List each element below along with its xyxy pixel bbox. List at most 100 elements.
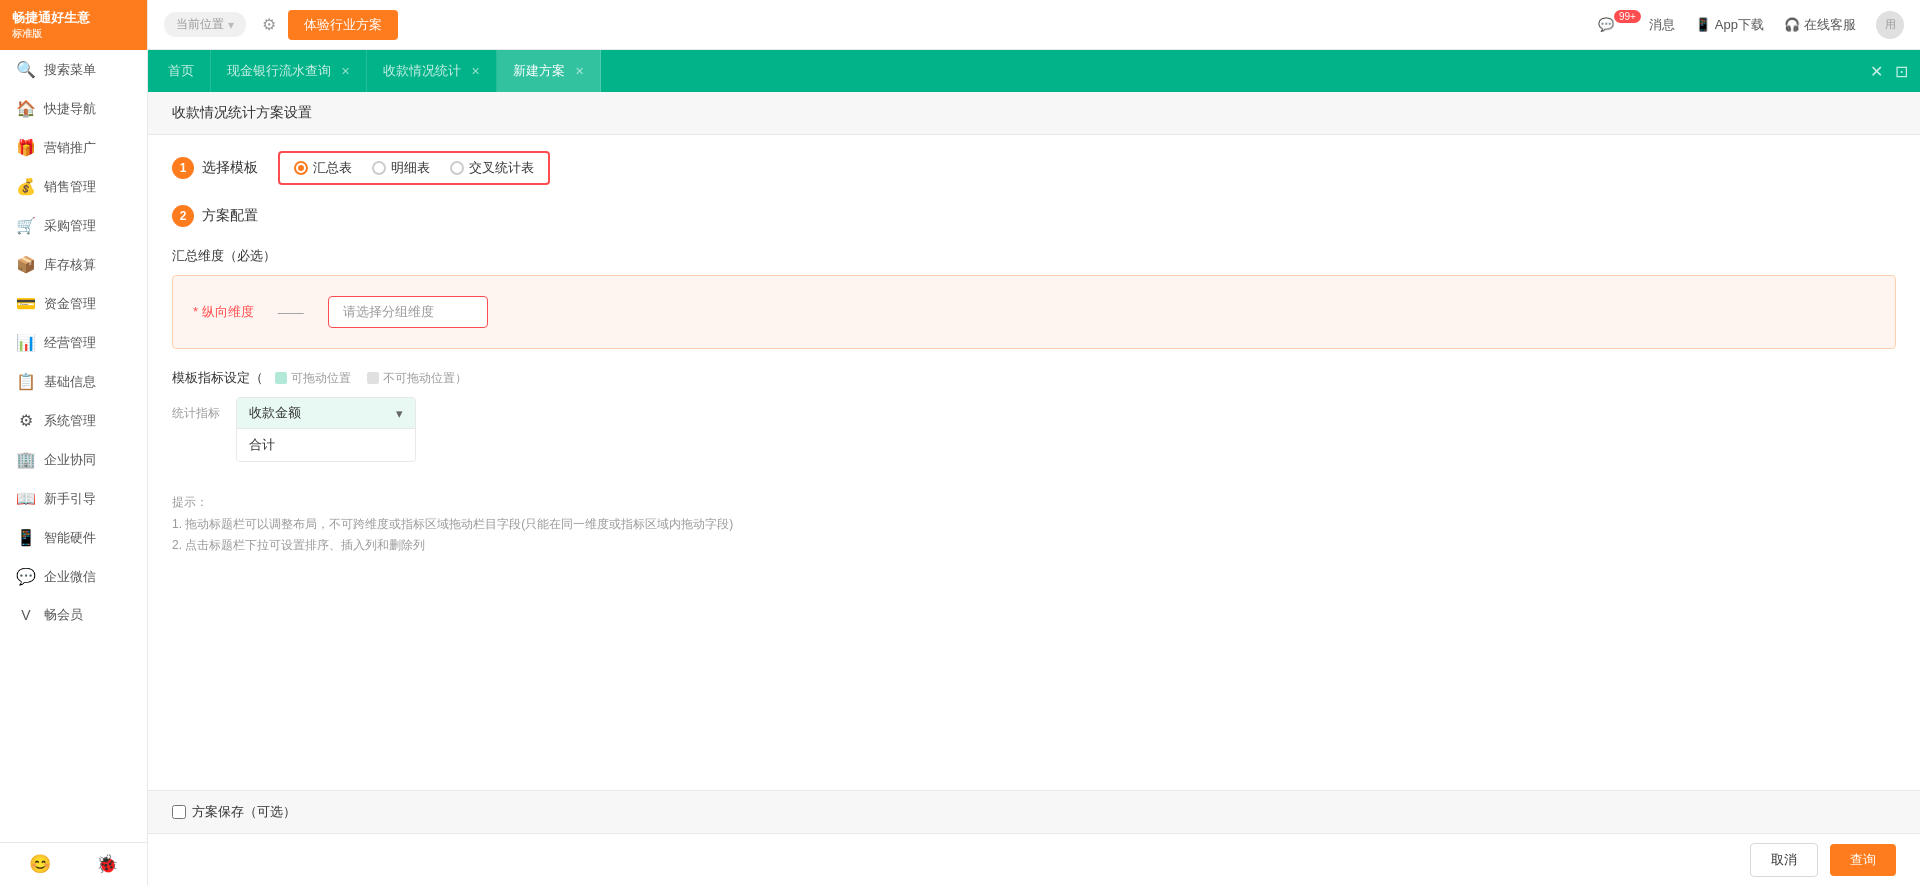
vertical-dimension-label: * 纵向维度 [193,303,254,321]
page-footer: 方案保存（可选） [148,790,1920,833]
tips-title: 提示： [172,495,208,509]
section1-label: 选择模板 [202,159,258,177]
purchase-icon: 🛒 [16,216,36,235]
tab-home-label: 首页 [168,62,194,80]
fixed-dot [367,372,379,384]
sidebar-item-label: 智能硬件 [44,529,96,547]
operations-icon: 📊 [16,333,36,352]
app-download-item[interactable]: 📱 App下载 [1695,16,1764,34]
sidebar-item-label: 畅会员 [44,606,83,624]
template-radio-group: 汇总表 明细表 交叉统计表 [278,151,550,185]
enterprise-collab-icon: 🏢 [16,450,36,469]
radio-detail[interactable]: 明细表 [372,159,430,177]
sidebar-item-funds[interactable]: 💳 资金管理 [0,284,147,323]
dimension-placeholder: 请选择分组维度 [343,304,434,319]
sidebar: 畅捷通好生意 标准版 🔍 搜索菜单 🏠 快捷导航 🎁 营销推广 💰 销售管理 🛒… [0,0,148,885]
legend-fixed-label: 不可拖动位置） [383,370,467,387]
metrics-title-row: 模板指标设定（ 可拖动位置 不可拖动位置） [172,369,1896,387]
header-right: 💬 99+ 消息 📱 App下载 🎧 在线客服 用 [1598,11,1904,39]
online-support-item[interactable]: 🎧 在线客服 [1784,16,1856,34]
tab-close-icon[interactable]: ✕ [1870,62,1883,81]
radio-summary-label: 汇总表 [313,159,352,177]
arrow-icon: —— [278,305,304,320]
sidebar-bottom: 😊 🐞 [0,842,147,885]
legend-draggable: 可拖动位置 [275,370,351,387]
sidebar-logo: 畅捷通好生意 标准版 [0,0,147,50]
stats-category-label: 统计指标 [172,397,220,462]
radio-summary[interactable]: 汇总表 [294,159,352,177]
metrics-legend: 可拖动位置 不可拖动位置） [275,370,467,387]
cancel-button[interactable]: 取消 [1750,843,1818,877]
tab-new-plan[interactable]: 新建方案 ✕ [497,50,601,92]
sidebar-item-sales[interactable]: 💰 销售管理 [0,167,147,206]
metrics-section: 模板指标设定（ 可拖动位置 不可拖动位置） 统计指标 [172,369,1896,462]
section1-row: 1 选择模板 汇总表 明细表 交叉统计表 [172,151,1896,185]
dimension-config-section: 汇总维度（必选） * 纵向维度 —— 请选择分组维度 [172,247,1896,349]
hardware-icon: 📱 [16,528,36,547]
metrics-title-text: 模板指标设定（ [172,369,263,387]
logo-name: 畅捷通好生意 [12,9,90,27]
sidebar-item-system[interactable]: ⚙ 系统管理 [0,401,147,440]
tab-bank-flow-label: 现金银行流水查询 [227,62,331,80]
sidebar-item-marketing[interactable]: 🎁 营销推广 [0,128,147,167]
sidebar-item-label: 销售管理 [44,178,96,196]
query-button[interactable]: 查询 [1830,844,1896,876]
tab-home[interactable]: 首页 [148,50,211,92]
sidebar-item-basic-info[interactable]: 📋 基础信息 [0,362,147,401]
sidebar-item-quick-nav[interactable]: 🏠 快捷导航 [0,89,147,128]
settings-icon[interactable]: ⚙ [262,15,276,34]
top-header: 当前位置 ▾ ⚙ 体验行业方案 💬 99+ 消息 📱 App下载 🎧 在线客服 … [148,0,1920,50]
sidebar-item-label: 快捷导航 [44,100,96,118]
sidebar-item-enterprise-wechat[interactable]: 💬 企业微信 [0,557,147,596]
page-header: 收款情况统计方案设置 [148,92,1920,135]
sidebar-item-label: 采购管理 [44,217,96,235]
sidebar-bottom-item2[interactable]: 🐞 [78,853,138,875]
tab-expand-icon[interactable]: ⊡ [1895,62,1908,81]
radio-cross-label: 交叉统计表 [469,159,534,177]
sidebar-item-enterprise-collab[interactable]: 🏢 企业协同 [0,440,147,479]
message-icon: 💬 [1598,17,1614,32]
metrics-table-cell: 合计 [237,428,415,461]
tab-bar-right: ✕ ⊡ [1870,50,1920,92]
legend-draggable-label: 可拖动位置 [291,370,351,387]
tab-collection-stats[interactable]: 收款情况统计 ✕ [367,50,497,92]
sidebar-item-search-menu[interactable]: 🔍 搜索菜单 [0,50,147,89]
tab-new-plan-close[interactable]: ✕ [575,65,584,78]
sidebar-bottom-item1[interactable]: 😊 [10,853,70,875]
breadcrumb: 当前位置 ▾ [164,12,246,37]
tab-bank-flow[interactable]: 现金银行流水查询 ✕ [211,50,367,92]
tab-bar: 首页 现金银行流水查询 ✕ 收款情况统计 ✕ 新建方案 ✕ ✕ ⊡ [148,50,1920,92]
sidebar-item-label: 营销推广 [44,139,96,157]
dimension-title: 汇总维度（必选） [172,247,1896,265]
trial-industry-button[interactable]: 体验行业方案 [288,10,398,40]
user-avatar[interactable]: 用 [1876,11,1904,39]
page-title: 收款情况统计方案设置 [172,104,312,120]
logo-sub: 标准版 [12,27,90,41]
radio-detail-label: 明细表 [391,159,430,177]
sidebar-item-label: 企业微信 [44,568,96,586]
notification-label: 消息 [1649,16,1675,34]
sidebar-item-smart-hardware[interactable]: 📱 智能硬件 [0,518,147,557]
tip-line-1: 1. 拖动标题栏可以调整布局，不可跨维度或指标区域拖动栏目字段(只能在同一维度或… [172,514,1896,536]
sidebar-item-label: 新手引导 [44,490,96,508]
draggable-dot [275,372,287,384]
wechat-icon: 💬 [16,567,36,586]
section1-number: 1 [172,157,194,179]
sidebar-item-operations[interactable]: 📊 经营管理 [0,323,147,362]
save-plan-checkbox[interactable] [172,805,186,819]
dimension-select-box[interactable]: 请选择分组维度 [328,296,488,328]
sidebar-item-inventory[interactable]: 📦 库存核算 [0,245,147,284]
dropdown-arrow-icon[interactable]: ▾ [396,406,403,421]
sidebar-item-members[interactable]: V 畅会员 [0,596,147,634]
online-support-label: 在线客服 [1804,16,1856,34]
app-download-label: App下载 [1715,16,1764,34]
notification-item[interactable]: 💬 99+ 消息 [1598,16,1675,34]
tab-collection-stats-close[interactable]: ✕ [471,65,480,78]
sidebar-item-beginner-guide[interactable]: 📖 新手引导 [0,479,147,518]
notification-count: 99+ [1614,10,1641,23]
sidebar-item-purchase[interactable]: 🛒 采购管理 [0,206,147,245]
home-icon: 🏠 [16,99,36,118]
radio-cross[interactable]: 交叉统计表 [450,159,534,177]
tip-line-2: 2. 点击标题栏下拉可设置排序、插入列和删除列 [172,535,1896,557]
tab-bank-flow-close[interactable]: ✕ [341,65,350,78]
